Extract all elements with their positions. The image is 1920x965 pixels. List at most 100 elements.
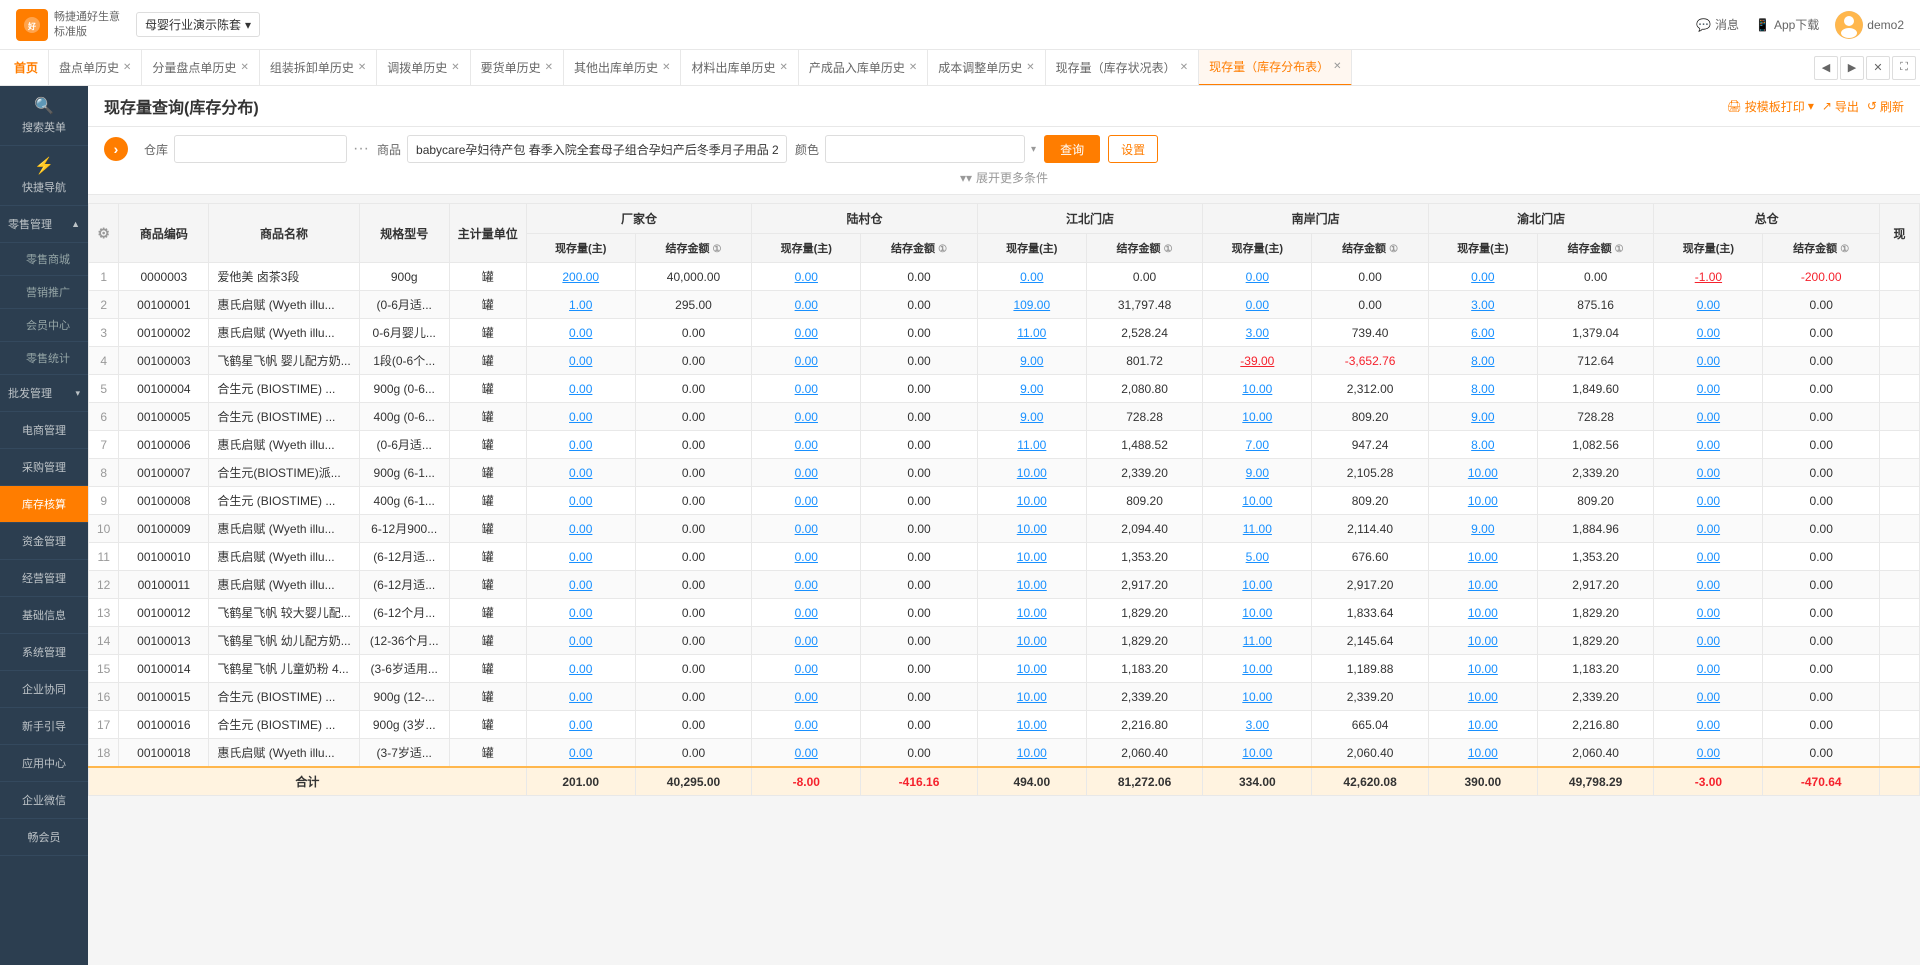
tab-close-10[interactable]: ✕	[1180, 62, 1188, 73]
warehouse-input[interactable]	[174, 135, 347, 163]
sidebar-item-ecommerce[interactable]: 电商管理	[0, 412, 88, 449]
color-input[interactable]	[825, 135, 1025, 163]
download-icon: 📱	[1755, 18, 1770, 32]
search-icon: 🔍	[4, 96, 84, 116]
sidebar-item-wechat[interactable]: 企业微信	[0, 782, 88, 819]
page-title: 现存量查询(库存分布)	[104, 94, 259, 118]
header-actions: 🖨 按模板打印 ▾ ↗ 导出 ↺ 刷新	[1727, 98, 1904, 115]
svg-text:好: 好	[27, 21, 36, 31]
tab-close-5[interactable]: ✕	[545, 62, 553, 73]
sidebar-item-member[interactable]: 会员中心	[0, 309, 88, 342]
sidebar-item-operation[interactable]: 经营管理	[0, 560, 88, 597]
tab-arrow-right[interactable]: ▶	[1840, 56, 1864, 80]
f-amt-info-icon[interactable]: ①	[713, 244, 722, 255]
tab-7[interactable]: 材料出库单历史 ✕	[681, 50, 798, 86]
user-avatar-area[interactable]: demo2	[1835, 11, 1904, 39]
summary-t-amt: -470.64	[1763, 767, 1880, 796]
th-jb-qty: 现存量(主)	[977, 234, 1086, 263]
lj-amt-info-icon[interactable]: ①	[938, 244, 947, 255]
tab-3[interactable]: 组装拆卸单历史 ✕	[260, 50, 377, 86]
th-goods-name: 商品名称	[209, 204, 359, 263]
sidebar-item-inventory[interactable]: 库存核算	[0, 486, 88, 523]
tab-arrow-expand[interactable]: ⛶	[1892, 56, 1916, 80]
tab-close-7[interactable]: ✕	[779, 62, 787, 73]
tab-8[interactable]: 产成品入库单历史 ✕	[799, 50, 928, 86]
search-button[interactable]: 查询	[1044, 135, 1100, 163]
jb-amt-info-icon[interactable]: ①	[1164, 244, 1173, 255]
app-download-button[interactable]: 📱 App下载	[1755, 16, 1819, 33]
th-yubei-branch: 渝北门店	[1428, 204, 1654, 234]
logo-area: 好 畅捷通好生意 标准版	[16, 9, 120, 41]
tab-arrow-close[interactable]: ✕	[1866, 56, 1890, 80]
expand-conditions-button[interactable]: ▾▾ 展开更多条件	[960, 169, 1048, 186]
messages-button[interactable]: 💬 消息	[1696, 16, 1739, 33]
table-row: 17 00100016 合生元 (BIOSTIME) ... 900g (3岁.…	[89, 711, 1920, 739]
th-na-amt: 结存金额 ①	[1312, 234, 1429, 263]
export-button[interactable]: ↗ 导出	[1822, 98, 1859, 115]
print-button[interactable]: 🖨 按模板打印 ▾	[1727, 98, 1814, 115]
sidebar-item-nav[interactable]: ⚡ 快捷导航	[0, 146, 88, 206]
dots-icon: ···	[353, 140, 369, 158]
th-spec: 规格型号	[359, 204, 449, 263]
tab-arrow-left[interactable]: ◀	[1814, 56, 1838, 80]
sidebar-item-wholesale[interactable]: 批发管理 ▾	[0, 375, 88, 412]
tab-5[interactable]: 要货单历史 ✕	[471, 50, 564, 86]
tab-4[interactable]: 调拨单历史 ✕	[377, 50, 470, 86]
sidebar-item-basic[interactable]: 基础信息	[0, 597, 88, 634]
chevron-icon-wholesale: ▾	[75, 388, 80, 399]
expand-button[interactable]: ›	[104, 137, 128, 161]
tab-close-9[interactable]: ✕	[1026, 62, 1034, 73]
tab-6[interactable]: 其他出库单历史 ✕	[564, 50, 681, 86]
na-amt-info-icon[interactable]: ①	[1389, 244, 1398, 255]
refresh-icon: ↺	[1867, 99, 1877, 113]
tab-11[interactable]: 现存量（库存分布表） ✕	[1199, 50, 1352, 86]
goods-input[interactable]	[407, 135, 787, 163]
table-row: 13 00100012 飞鹤星飞帆 较大婴儿配... (6-12个月... 罐 …	[89, 599, 1920, 627]
sidebar-item-finance[interactable]: 资金管理	[0, 523, 88, 560]
table-container[interactable]: ⚙ 商品编码 商品名称 规格型号 主计量单位 厂家仓 陆村仓 江北门店 南岸门店…	[88, 195, 1920, 965]
th-settings[interactable]: ⚙	[89, 204, 119, 263]
th-t-qty: 现存量(主)	[1654, 234, 1763, 263]
setting-button[interactable]: 设置	[1108, 135, 1158, 163]
sidebar-item-purchase[interactable]: 采购管理	[0, 449, 88, 486]
yb-amt-info-icon[interactable]: ①	[1615, 244, 1624, 255]
tab-close-6[interactable]: ✕	[662, 62, 670, 73]
settings-icon[interactable]: ⚙	[97, 225, 110, 241]
th-nanan-store: 南岸门店	[1203, 204, 1429, 234]
tab-10[interactable]: 现存量（库存状况表） ✕	[1046, 50, 1199, 86]
sidebar-item-apps[interactable]: 应用中心	[0, 745, 88, 782]
sidebar-item-retail-stat[interactable]: 零售统计	[0, 342, 88, 375]
sidebar: 🔍 搜索英单 ⚡ 快捷导航 零售管理 ▲ 零售商城 营销推广 会员中心 零售统计…	[0, 86, 88, 965]
tab-close-2[interactable]: ✕	[240, 62, 248, 73]
tab-close-1[interactable]: ✕	[123, 62, 131, 73]
table-row: 1 0000003 爱他美 卤茶3段 900g 罐 200.00 40,000.…	[89, 263, 1920, 291]
summary-f-qty: 201.00	[526, 767, 635, 796]
sidebar-item-marketing[interactable]: 营销推广	[0, 276, 88, 309]
sidebar-item-retail[interactable]: 零售管理 ▲	[0, 206, 88, 243]
tab-close-3[interactable]: ✕	[358, 62, 366, 73]
summary-lj-amt: -416.16	[861, 767, 978, 796]
goods-filter: 商品	[377, 135, 787, 163]
warehouse-label: 仓库	[144, 141, 168, 158]
tab-close-4[interactable]: ✕	[451, 62, 459, 73]
sidebar-item-collab[interactable]: 企业协同	[0, 671, 88, 708]
summary-na-amt: 42,620.08	[1312, 767, 1429, 796]
logo-text: 畅捷通好生意 标准版	[54, 10, 120, 39]
tab-home[interactable]: 首页	[4, 50, 49, 86]
tab-1[interactable]: 盘点单历史 ✕	[49, 50, 142, 86]
data-table: ⚙ 商品编码 商品名称 规格型号 主计量单位 厂家仓 陆村仓 江北门店 南岸门店…	[88, 203, 1920, 796]
sidebar-item-vip[interactable]: 畅会员	[0, 819, 88, 856]
refresh-button[interactable]: ↺ 刷新	[1867, 98, 1904, 115]
sidebar-item-retail-shop[interactable]: 零售商城	[0, 243, 88, 276]
table-row: 11 00100010 惠氏启赋 (Wyeth illu... (6-12月适.…	[89, 543, 1920, 571]
tab-close-8[interactable]: ✕	[909, 62, 917, 73]
tab-9[interactable]: 成本调整单历史 ✕	[928, 50, 1045, 86]
sidebar-item-system[interactable]: 系统管理	[0, 634, 88, 671]
sidebar-item-search[interactable]: 🔍 搜索英单	[0, 86, 88, 146]
t-amt-info-icon[interactable]: ①	[1840, 244, 1849, 255]
sidebar-item-guide[interactable]: 新手引导	[0, 708, 88, 745]
industry-selector[interactable]: 母婴行业演示陈套 ▾	[136, 12, 260, 37]
tab-2[interactable]: 分量盘点单历史 ✕	[142, 50, 259, 86]
table-row: 14 00100013 飞鹤星飞帆 幼儿配方奶... (12-36个月... 罐…	[89, 627, 1920, 655]
tab-close-11[interactable]: ✕	[1333, 61, 1341, 72]
